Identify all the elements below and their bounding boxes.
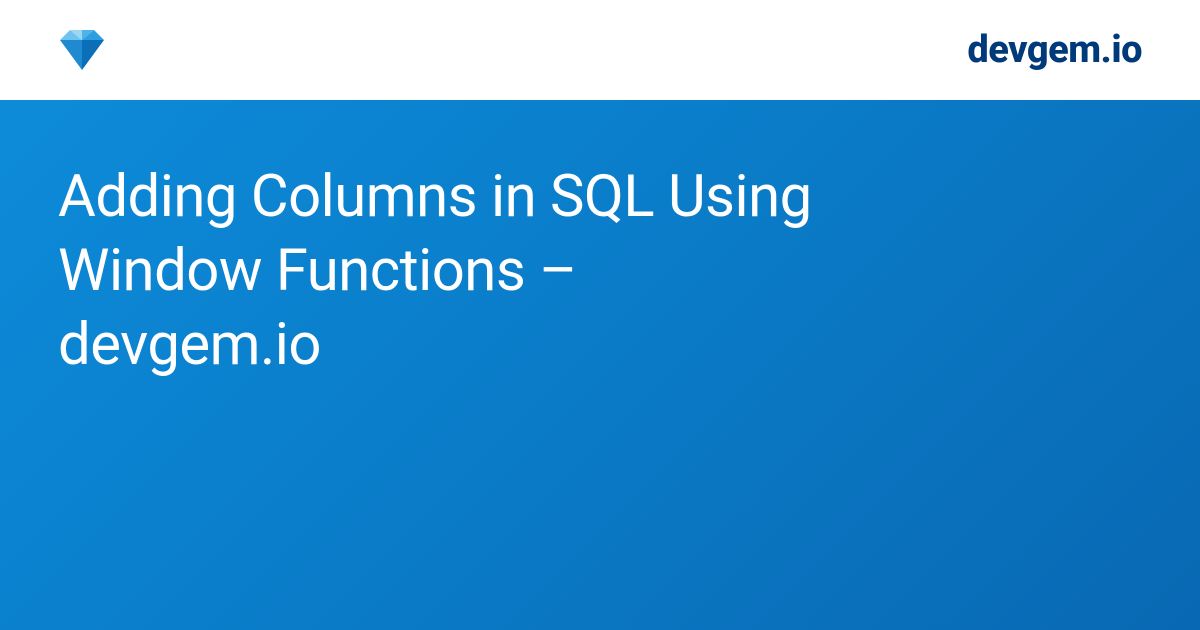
brand-name: devgem.io	[967, 28, 1142, 72]
hero: Adding Columns in SQL Using Window Funct…	[0, 100, 1200, 630]
page-title: Adding Columns in SQL Using Window Funct…	[58, 160, 818, 383]
header: devgem.io	[0, 0, 1200, 100]
gem-icon	[58, 26, 106, 74]
